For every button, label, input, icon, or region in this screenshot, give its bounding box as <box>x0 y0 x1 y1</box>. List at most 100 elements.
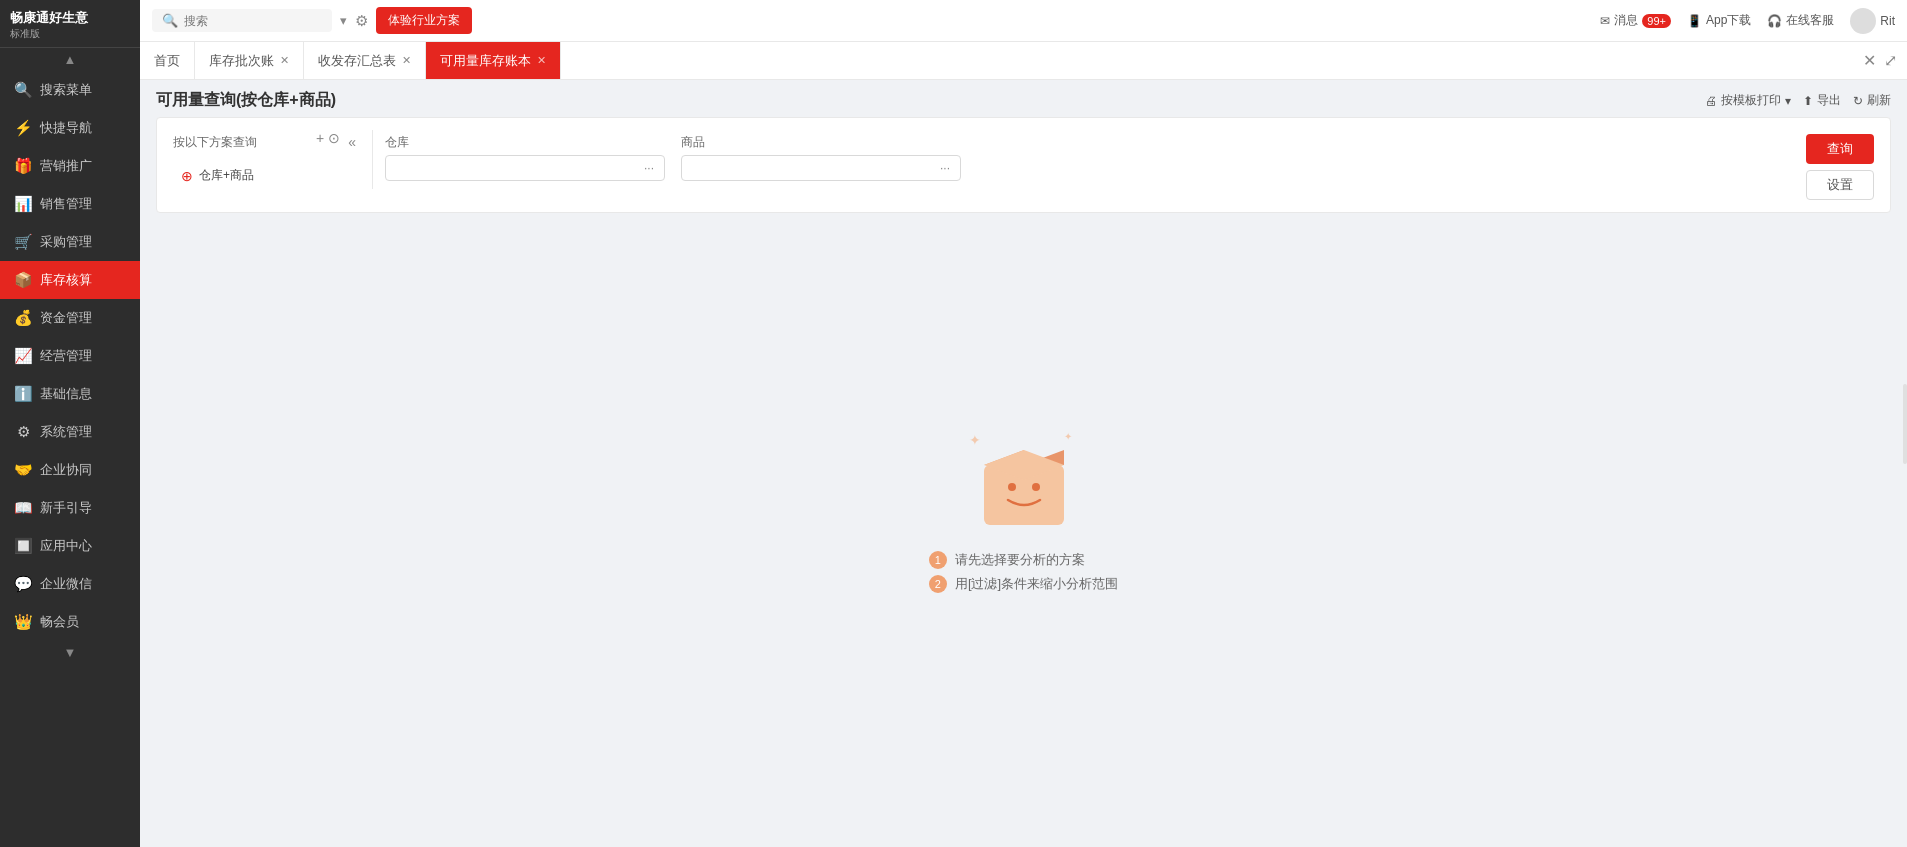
svg-text:✦: ✦ <box>1064 431 1072 442</box>
sidebar-item-4[interactable]: 🛒采购管理 <box>0 223 140 261</box>
tab-item-2[interactable]: 收发存汇总表 ✕ <box>304 42 426 80</box>
right-scroll-indicator <box>1903 384 1907 464</box>
sidebar-item-0[interactable]: 🔍 搜索菜单 <box>0 71 140 109</box>
tab-label-2: 收发存汇总表 <box>318 52 396 70</box>
tab-item-0[interactable]: 首页 <box>140 42 195 80</box>
sidebar-item-8[interactable]: ℹ️ 基础信息 <box>0 375 140 413</box>
refresh-label: 刷新 <box>1867 92 1891 109</box>
hint-num-1: 1 <box>929 551 947 569</box>
goods-input[interactable]: ··· <box>681 155 961 181</box>
topbar: 🔍 ▾ ⚙ 体验行业方案 ✉ 消息 99+ 📱 App下载 🎧 在线客服 Rit <box>140 0 1907 42</box>
sidebar-item-label-8: 基础信息 <box>40 385 92 403</box>
topbar-search-box[interactable]: 🔍 <box>152 9 332 32</box>
customer-service-action[interactable]: 🎧 在线客服 <box>1767 12 1834 29</box>
tab-item-1[interactable]: 库存批次账✕ <box>195 42 304 80</box>
sidebar-item-icon-6: 💰 <box>14 309 32 327</box>
warehouse-input[interactable]: ··· <box>385 155 665 181</box>
user-name: Rit <box>1880 14 1895 28</box>
refresh-action[interactable]: ↻ 刷新 <box>1853 92 1891 109</box>
sidebar-item-label-13: 企业微信 <box>40 575 92 593</box>
empty-state: ✦ ✦ 1 请先选择要分析的方案 2 用[过滤]条件来缩小分析范围 <box>140 221 1907 847</box>
sidebar-item-2[interactable]: 🎁营销推广 <box>0 147 140 185</box>
query-button[interactable]: 查询 <box>1806 134 1874 164</box>
sidebar-item-label-10: 企业协同 <box>40 461 92 479</box>
app-download-action[interactable]: 📱 App下载 <box>1687 12 1751 29</box>
message-icon: ✉ <box>1600 14 1610 28</box>
sidebar-item-label-7: 经营管理 <box>40 347 92 365</box>
sidebar-item-9[interactable]: ⚙系统管理 <box>0 413 140 451</box>
sidebar-item-14[interactable]: 👑畅会员 <box>0 603 140 641</box>
svg-point-5 <box>1032 483 1040 491</box>
query-schemes-header: 按以下方案查询 + ⊙ « <box>173 130 360 154</box>
edit-scheme-btn[interactable]: ⊙ <box>328 130 340 154</box>
tab-item-3[interactable]: 可用量库存账本 ✕ <box>426 42 561 80</box>
sidebar-item-13[interactable]: 💬企业微信 <box>0 565 140 603</box>
sidebar-item-icon-0: 🔍 <box>14 81 32 99</box>
sidebar-item-5[interactable]: 📦库存核算 <box>0 261 140 299</box>
brand-edition: 标准版 <box>10 27 130 41</box>
search-icon: 🔍 <box>162 13 178 28</box>
message-action[interactable]: ✉ 消息 99+ <box>1600 12 1671 29</box>
sidebar-item-label-0: 搜索菜单 <box>40 81 92 99</box>
sidebar-item-label-1: 快捷导航 <box>40 119 92 137</box>
sidebar-scroll-down[interactable]: ▼ <box>0 641 140 664</box>
sidebar-logo: 畅康通好生意 标准版 <box>0 0 140 48</box>
goods-label: 商品 <box>681 134 961 151</box>
sidebar-item-icon-10: 🤝 <box>14 461 32 479</box>
user-action[interactable]: Rit <box>1850 8 1895 34</box>
export-label: 导出 <box>1817 92 1841 109</box>
sidebar-item-icon-3: 📊 <box>14 195 32 213</box>
warehouse-more-icon[interactable]: ··· <box>644 161 654 175</box>
print-icon: 🖨 <box>1705 94 1717 108</box>
tab-close-2[interactable]: ✕ <box>402 54 411 67</box>
sidebar-item-7[interactable]: 📈经营管理 <box>0 337 140 375</box>
avatar <box>1850 8 1876 34</box>
tab-close-icon[interactable]: ✕ <box>1863 51 1876 70</box>
query-schemes: 按以下方案查询 + ⊙ « ⊕ 仓库+商品 <box>173 130 373 189</box>
scheme-item-warehouse-goods[interactable]: ⊕ 仓库+商品 <box>173 162 360 189</box>
sidebar-item-label-5: 库存核算 <box>40 271 92 289</box>
empty-hints: 1 请先选择要分析的方案 2 用[过滤]条件来缩小分析范围 <box>929 551 1118 593</box>
warehouse-label: 仓库 <box>385 134 665 151</box>
headset-icon: 🎧 <box>1767 14 1782 28</box>
customer-service-label: 在线客服 <box>1786 12 1834 29</box>
schemes-label: 按以下方案查询 <box>173 134 257 151</box>
goods-more-icon[interactable]: ··· <box>940 161 950 175</box>
filter-area: 仓库 ··· 商品 ··· 查询 设置 <box>385 130 1874 200</box>
search-dropdown-icon[interactable]: ▾ <box>340 13 347 28</box>
sidebar-item-12[interactable]: 🔲应用中心 <box>0 527 140 565</box>
svg-text:✦: ✦ <box>969 432 981 448</box>
settings-icon[interactable]: ⚙ <box>355 12 368 30</box>
sidebar-item-label-3: 销售管理 <box>40 195 92 213</box>
sidebar-item-icon-8: ℹ️ <box>14 385 32 403</box>
collapse-btn[interactable]: « <box>344 130 360 154</box>
print-action[interactable]: 🖨 按模板打印 ▾ <box>1705 92 1791 109</box>
tab-label-0: 首页 <box>154 52 180 70</box>
sidebar-item-1[interactable]: ⚡ 快捷导航 <box>0 109 140 147</box>
sidebar-item-6[interactable]: 💰资金管理 <box>0 299 140 337</box>
tab-close-1[interactable]: ✕ <box>280 54 289 67</box>
sidebar-item-icon-4: 🛒 <box>14 233 32 251</box>
settings-button[interactable]: 设置 <box>1806 170 1874 200</box>
hint-text-1: 请先选择要分析的方案 <box>955 551 1085 569</box>
sidebar-item-icon-11: 📖 <box>14 499 32 517</box>
warehouse-filter: 仓库 ··· <box>385 134 665 181</box>
add-scheme-btn[interactable]: + <box>316 130 324 154</box>
export-action[interactable]: ⬆ 导出 <box>1803 92 1841 109</box>
tab-close-3[interactable]: ✕ <box>537 54 546 67</box>
sidebar-item-icon-1: ⚡ <box>14 119 32 137</box>
sidebar-item-label-9: 系统管理 <box>40 423 92 441</box>
industry-btn[interactable]: 体验行业方案 <box>376 7 472 34</box>
sidebar-item-label-14: 畅会员 <box>40 613 79 631</box>
sidebar-item-10[interactable]: 🤝 企业协同 <box>0 451 140 489</box>
sidebar-scroll-up[interactable]: ▲ <box>0 48 140 71</box>
sidebar-item-11[interactable]: 📖新手引导 <box>0 489 140 527</box>
sidebar-item-3[interactable]: 📊 销售管理 <box>0 185 140 223</box>
empty-hint-1: 1 请先选择要分析的方案 <box>929 551 1118 569</box>
empty-illustration: ✦ ✦ <box>964 415 1084 535</box>
tab-label-3: 可用量库存账本 <box>440 52 531 70</box>
tab-expand-icon[interactable]: ⤢ <box>1884 51 1897 70</box>
brand-name: 畅康通好生意 <box>10 10 130 27</box>
page-title: 可用量查询(按仓库+商品) <box>156 90 336 111</box>
search-input[interactable] <box>184 14 304 28</box>
